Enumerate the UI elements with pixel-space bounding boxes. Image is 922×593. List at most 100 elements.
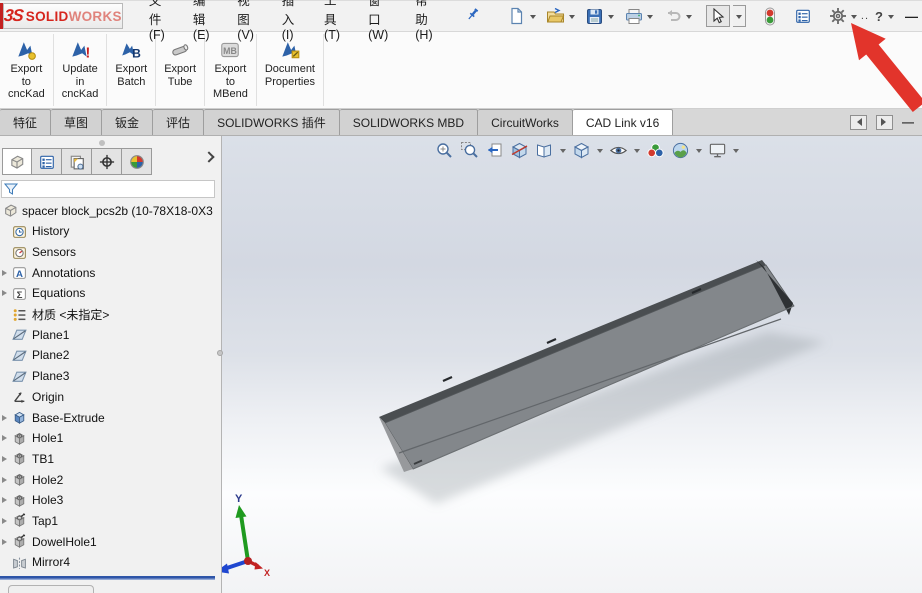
expand-arrow-icon[interactable]	[2, 415, 10, 421]
tree-item[interactable]: Annotations	[0, 262, 218, 283]
hide-show-dropdown-icon[interactable]	[634, 149, 640, 156]
tab-propertymanager[interactable]	[32, 148, 62, 175]
edit-appearance-icon[interactable]	[646, 141, 665, 160]
command-tab[interactable]: 评估	[153, 109, 204, 135]
menu-item[interactable]: 文件(F)	[149, 0, 166, 42]
tree-item[interactable]: Hole3	[0, 490, 218, 511]
expand-arrow-icon[interactable]	[2, 290, 10, 296]
command-button[interactable]: Export Tube	[156, 32, 204, 108]
previous-view-icon[interactable]	[485, 141, 504, 160]
tree-item[interactable]: Sensors	[0, 242, 218, 263]
command-button[interactable]: Export to MBend	[205, 32, 256, 108]
overflow-dots[interactable]: ..	[861, 10, 869, 22]
command-tab[interactable]: CircuitWorks	[478, 109, 573, 135]
undo-icon[interactable]	[663, 6, 683, 26]
tab-dimxpertmanager[interactable]	[92, 148, 122, 175]
menu-item[interactable]: 窗口(W)	[368, 0, 388, 42]
menu-item[interactable]: 工具(T)	[324, 0, 341, 42]
tree-item[interactable]: Mirror4	[0, 552, 218, 573]
save-dropdown-icon[interactable]	[608, 15, 614, 22]
tree-item[interactable]: Plane2	[0, 345, 218, 366]
save-icon[interactable]	[585, 6, 605, 26]
settings-gear-icon[interactable]	[828, 6, 848, 26]
tree-item[interactable]: Plane3	[0, 366, 218, 387]
tree-item[interactable]: DowelHole1	[0, 531, 218, 552]
drawing-view-icon[interactable]	[535, 141, 554, 160]
panel-splitter-handle[interactable]	[217, 350, 223, 356]
bottom-partial-tab[interactable]	[8, 585, 94, 593]
help-dropdown-icon[interactable]	[888, 15, 894, 22]
zoom-to-area-icon[interactable]	[460, 141, 479, 160]
undo-dropdown-icon[interactable]	[686, 15, 692, 22]
tree-item[interactable]: Origin	[0, 387, 218, 408]
expand-arrow-icon[interactable]	[2, 456, 10, 462]
command-tab[interactable]: CAD Link v16	[573, 109, 673, 135]
tree-item[interactable]: History	[0, 221, 218, 242]
menu-item[interactable]: 插入(I)	[282, 0, 297, 42]
open-document-dropdown-icon[interactable]	[569, 15, 575, 22]
rollback-bar[interactable]	[0, 576, 215, 580]
tree-item[interactable]: TB1	[0, 449, 218, 470]
view-orientation-dropdown-icon[interactable]	[597, 149, 603, 156]
command-tab[interactable]: 钣金	[102, 109, 153, 135]
select-tool-button[interactable]	[706, 5, 730, 27]
window-minimize-icon[interactable]: —	[905, 9, 918, 24]
view-settings-icon[interactable]	[708, 141, 727, 160]
menu-item[interactable]: 编辑(E)	[193, 0, 210, 42]
tree-item[interactable]: Plane1	[0, 324, 218, 345]
tree-filter-bar[interactable]	[1, 180, 215, 198]
tab-featuremanager[interactable]	[2, 148, 32, 175]
tree-item-label: Origin	[32, 390, 64, 404]
tab-configurationmanager[interactable]	[62, 148, 92, 175]
command-button[interactable]: Update in cncKad	[54, 32, 107, 108]
command-tab[interactable]: SOLIDWORKS MBD	[340, 109, 478, 135]
new-document-icon[interactable]	[507, 6, 527, 26]
tab-displaymanager[interactable]	[122, 148, 152, 175]
select-tool-dropdown[interactable]	[733, 5, 746, 27]
tree-root-item[interactable]: spacer block_pcs2b (10-78X18-0X3	[0, 200, 218, 221]
command-tab[interactable]: 草图	[51, 109, 102, 135]
expand-arrow-icon[interactable]	[2, 435, 10, 441]
open-document-icon[interactable]	[546, 6, 566, 26]
command-button[interactable]: Document Properties	[257, 32, 323, 108]
pane-next-icon[interactable]	[876, 115, 893, 130]
expand-arrow-icon[interactable]	[2, 518, 10, 524]
settings-dropdown-icon[interactable]	[851, 15, 857, 22]
section-view-icon[interactable]	[510, 141, 529, 160]
command-tab[interactable]: 特征	[0, 109, 51, 135]
rebuild-traffic-light-icon[interactable]	[760, 6, 780, 26]
hide-show-items-icon[interactable]	[609, 141, 628, 160]
menu-item[interactable]: 视图(V)	[237, 0, 254, 42]
drawing-view-dropdown-icon[interactable]	[560, 149, 566, 156]
tree-item[interactable]: Tap1	[0, 511, 218, 532]
tree-item[interactable]: Hole1	[0, 428, 218, 449]
help-icon[interactable]: ?	[875, 9, 883, 24]
menu-item[interactable]: 帮助(H)	[415, 0, 433, 42]
tree-item[interactable]: 材质 <未指定>	[0, 304, 218, 325]
print-dropdown-icon[interactable]	[647, 15, 653, 22]
tree-item[interactable]: Base-Extrude	[0, 407, 218, 428]
view-orientation-icon[interactable]	[572, 141, 591, 160]
tree-item[interactable]: Hole2	[0, 469, 218, 490]
tab-bar-controls: —	[850, 109, 922, 135]
expand-arrow-icon[interactable]	[2, 270, 10, 276]
tree-item[interactable]: Equations	[0, 283, 218, 304]
command-button[interactable]: Export to cncKad	[0, 32, 53, 108]
print-icon[interactable]	[624, 6, 644, 26]
new-document-dropdown-icon[interactable]	[530, 15, 536, 22]
expand-arrow-icon[interactable]	[2, 539, 10, 545]
pane-previous-icon[interactable]	[850, 115, 867, 130]
expand-arrow-icon[interactable]	[2, 477, 10, 483]
apply-scene-dropdown-icon[interactable]	[696, 149, 702, 156]
pin-toolbar-icon[interactable]	[465, 6, 481, 27]
command-tab[interactable]: SOLIDWORKS 插件	[204, 109, 340, 135]
options-list-icon[interactable]	[794, 6, 814, 26]
expand-panel-icon[interactable]	[203, 151, 214, 162]
panel-grip-handle[interactable]	[99, 140, 105, 146]
collapse-commandmanager-icon[interactable]: —	[902, 115, 914, 129]
apply-scene-icon[interactable]	[671, 141, 690, 160]
zoom-to-fit-icon[interactable]	[435, 141, 454, 160]
view-settings-dropdown-icon[interactable]	[733, 149, 739, 156]
expand-arrow-icon[interactable]	[2, 497, 10, 503]
command-button[interactable]: Export Batch	[107, 32, 155, 108]
